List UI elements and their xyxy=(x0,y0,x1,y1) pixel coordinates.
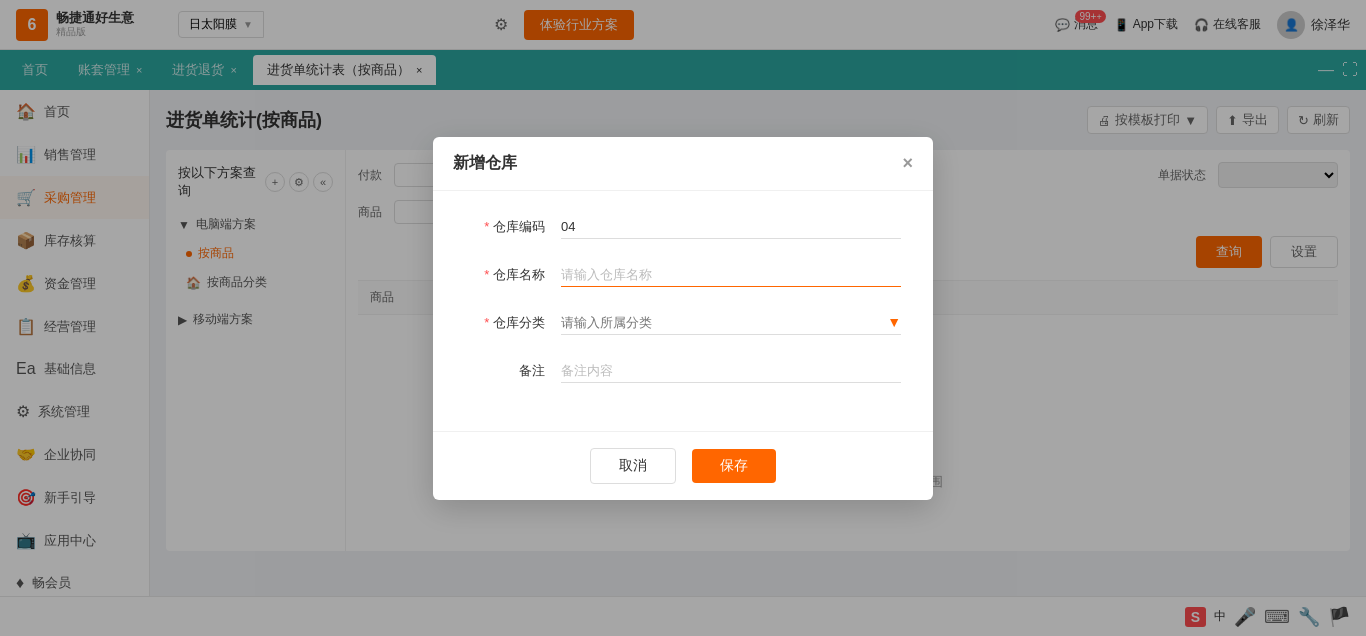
name-input[interactable] xyxy=(561,263,901,287)
code-input[interactable] xyxy=(561,215,901,239)
modal-overlay: 新增仓库 × 仓库编码 仓库名称 仓库分类 ▼ xyxy=(0,0,1366,636)
modal-footer: 取消 保存 xyxy=(433,431,933,500)
modal-title: 新增仓库 xyxy=(453,153,517,174)
form-row-category: 仓库分类 ▼ xyxy=(465,311,901,335)
category-select-wrap: ▼ xyxy=(561,311,901,335)
form-row-code: 仓库编码 xyxy=(465,215,901,239)
save-button[interactable]: 保存 xyxy=(692,449,776,483)
form-row-name: 仓库名称 xyxy=(465,263,901,287)
chevron-down-icon[interactable]: ▼ xyxy=(887,314,901,330)
note-label: 备注 xyxy=(465,362,545,380)
category-label: 仓库分类 xyxy=(465,314,545,332)
add-warehouse-modal: 新增仓库 × 仓库编码 仓库名称 仓库分类 ▼ xyxy=(433,137,933,500)
modal-close-button[interactable]: × xyxy=(902,154,913,172)
note-input[interactable] xyxy=(561,359,901,383)
name-label: 仓库名称 xyxy=(465,266,545,284)
category-select[interactable] xyxy=(561,311,887,334)
modal-body: 仓库编码 仓库名称 仓库分类 ▼ 备注 xyxy=(433,191,933,431)
code-label: 仓库编码 xyxy=(465,218,545,236)
cancel-button[interactable]: 取消 xyxy=(590,448,676,484)
form-row-note: 备注 xyxy=(465,359,901,383)
modal-header: 新增仓库 × xyxy=(433,137,933,191)
